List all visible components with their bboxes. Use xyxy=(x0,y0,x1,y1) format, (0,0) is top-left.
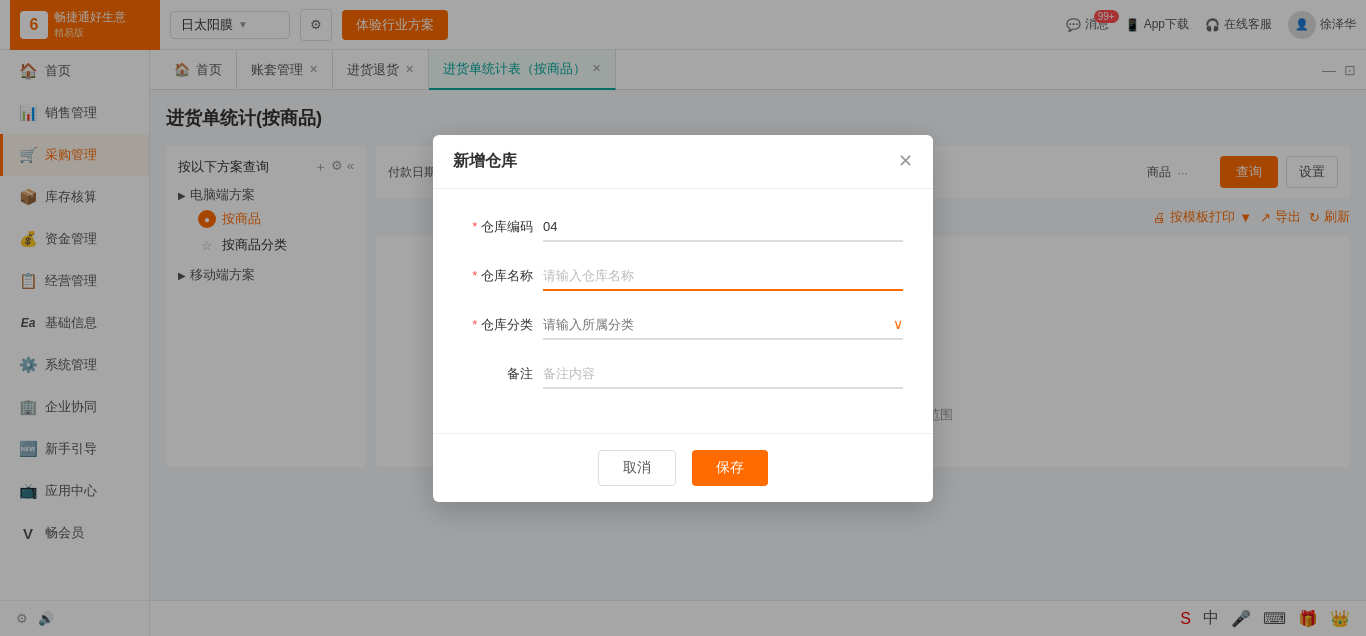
warehouse-code-input[interactable] xyxy=(543,213,903,242)
save-button[interactable]: 保存 xyxy=(692,450,768,486)
modal-overlay: 新增仓库 ✕ * 仓库编码 * 仓库名称 xyxy=(0,0,1366,636)
warehouse-name-input[interactable] xyxy=(543,262,903,291)
dialog-footer: 取消 保存 xyxy=(433,433,933,502)
note-label: 备注 xyxy=(463,365,543,383)
code-label: * 仓库编码 xyxy=(463,218,543,236)
dialog-header: 新增仓库 ✕ xyxy=(433,135,933,189)
form-row-category: * 仓库分类 ∨ xyxy=(463,311,903,340)
form-row-note: 备注 xyxy=(463,360,903,389)
dialog-close-button[interactable]: ✕ xyxy=(898,152,913,170)
form-row-name: * 仓库名称 xyxy=(463,262,903,291)
note-input[interactable] xyxy=(543,360,903,389)
name-label: * 仓库名称 xyxy=(463,267,543,285)
dialog-body: * 仓库编码 * 仓库名称 * 仓库分类 xyxy=(433,189,933,433)
category-input[interactable] xyxy=(543,311,893,338)
form-row-code: * 仓库编码 xyxy=(463,213,903,242)
category-label: * 仓库分类 xyxy=(463,316,543,334)
add-warehouse-dialog: 新增仓库 ✕ * 仓库编码 * 仓库名称 xyxy=(433,135,933,502)
dialog-title: 新增仓库 xyxy=(453,151,517,172)
cancel-button[interactable]: 取消 xyxy=(598,450,676,486)
category-select-row: ∨ xyxy=(543,311,903,340)
category-dropdown-icon[interactable]: ∨ xyxy=(893,316,903,332)
